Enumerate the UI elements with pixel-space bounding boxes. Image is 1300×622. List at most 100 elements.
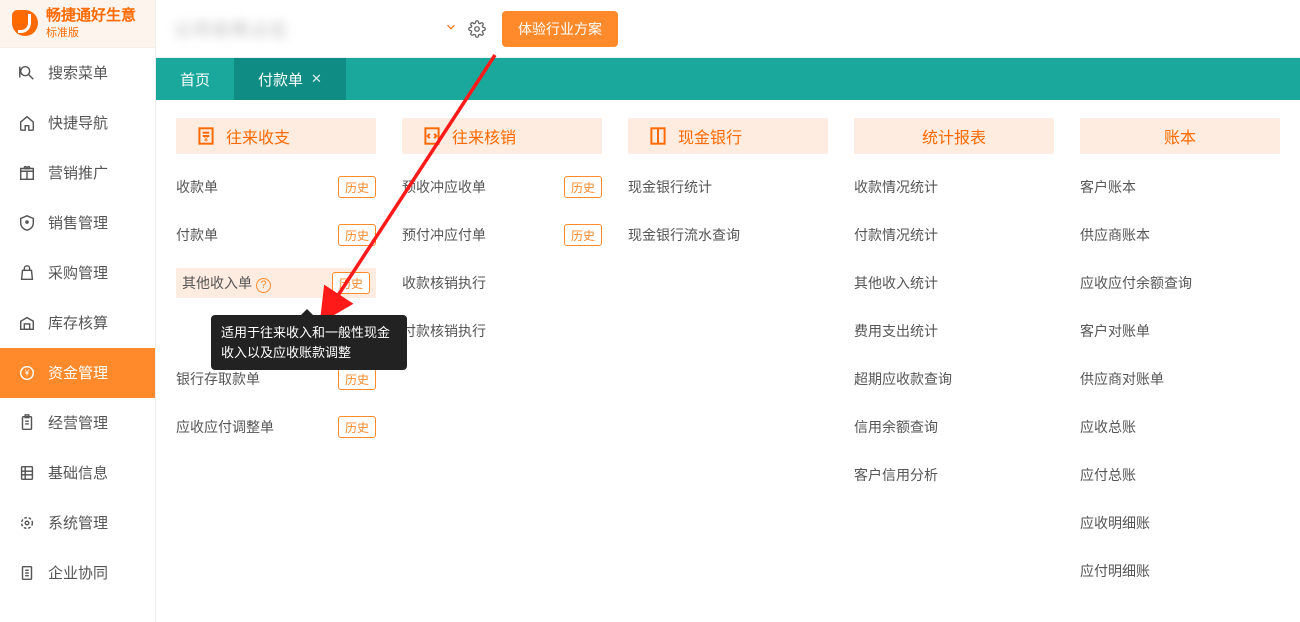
brand-subtitle: 标准版 — [46, 27, 136, 39]
svg-text:¥: ¥ — [204, 135, 209, 144]
menu-item[interactable]: 超期应收款查询 — [854, 364, 1054, 394]
menu-item-label: 应收总账 — [1080, 417, 1136, 437]
sidebar-item-gear[interactable]: 系统管理 — [0, 498, 155, 548]
menu-item[interactable]: 付款情况统计 — [854, 220, 1054, 250]
history-tag[interactable]: 历史 — [338, 224, 376, 246]
sidebar-item-label: 基础信息 — [48, 462, 108, 483]
menu-item[interactable]: 费用支出统计 — [854, 316, 1054, 346]
menu-item[interactable]: 收款情况统计 — [854, 172, 1054, 202]
sidebar-item-bag[interactable]: 采购管理 — [0, 248, 155, 298]
sidebar: 畅捷通好生意 标准版 搜索菜单快捷导航营销推广销售管理采购管理库存核算 ¥资金管理… — [0, 0, 156, 622]
brand-title: 畅捷通好生意 — [46, 8, 136, 25]
warehouse-icon — [18, 314, 36, 332]
menu-item[interactable]: 供应商账本 — [1080, 220, 1280, 250]
tab-home[interactable]: 首页 — [156, 58, 234, 100]
section-header: 账本 — [1080, 118, 1280, 154]
sidebar-item-label: 采购管理 — [48, 262, 108, 283]
menu-item[interactable]: 供应商对账单 — [1080, 364, 1280, 394]
cta-button[interactable]: 体验行业方案 — [502, 11, 618, 47]
sidebar-item-shield[interactable]: 销售管理 — [0, 198, 155, 248]
tab-home-label: 首页 — [180, 69, 210, 90]
sidebar-item-label: 系统管理 — [48, 512, 108, 533]
menu-item[interactable]: 付款核销执行 — [402, 316, 602, 346]
menu-item[interactable]: 应收应付调整单 历史 — [176, 412, 376, 442]
menu-item[interactable]: 现金银行流水查询 — [628, 220, 828, 250]
menu-item[interactable]: 其他收入统计 — [854, 268, 1054, 298]
section-column: 统计报表收款情况统计付款情况统计其他收入统计费用支出统计超期应收款查询信用余额查… — [854, 118, 1054, 490]
menu-item[interactable]: 应收总账 — [1080, 412, 1280, 442]
menu-item-label: 其他收入统计 — [854, 273, 938, 293]
sidebar-item-money[interactable]: ¥资金管理 — [0, 348, 155, 398]
menu-item[interactable]: 预付冲应付单 历史 — [402, 220, 602, 250]
menu-item-label: 信用余额查询 — [854, 417, 938, 437]
main-area: 公司名称占位 体验行业方案 首页 付款单 ✕ ¥往来收支收款单历史付款单历史其他… — [156, 0, 1300, 622]
section-items: 收款情况统计付款情况统计其他收入统计费用支出统计超期应收款查询信用余额查询客户信… — [854, 172, 1054, 490]
sidebar-item-label: 库存核算 — [48, 312, 108, 333]
history-tag[interactable]: 历史 — [338, 368, 376, 390]
help-icon[interactable]: ? — [256, 278, 271, 293]
section-header: 现金银行 — [628, 118, 828, 154]
menu-item[interactable]: 应收明细账 — [1080, 508, 1280, 538]
menu-item[interactable]: 客户账本 — [1080, 172, 1280, 202]
sidebar-item-clipboard[interactable]: 经营管理 — [0, 398, 155, 448]
doc-icon — [18, 564, 36, 582]
tab-bar: 首页 付款单 ✕ — [156, 58, 1300, 100]
menu-item[interactable]: 应收应付余额查询 — [1080, 268, 1280, 298]
sidebar-item-warehouse[interactable]: 库存核算 — [0, 298, 155, 348]
menu-item[interactable]: 收款单历史 — [176, 172, 376, 202]
menu-item-label: 应收应付调整单 — [176, 417, 274, 437]
history-tag[interactable]: 历史 — [338, 416, 376, 438]
menu-item[interactable]: 客户对账单 — [1080, 316, 1280, 346]
menu-item[interactable]: 收款核销执行 — [402, 268, 602, 298]
sidebar-item-label: 搜索菜单 — [48, 62, 108, 83]
menu-item-label: 预收冲应收单 — [402, 177, 486, 197]
menu-item-label: 超期应收款查询 — [854, 369, 952, 389]
menu-item-label: 客户账本 — [1080, 177, 1136, 197]
sidebar-item-search[interactable]: 搜索菜单 — [0, 48, 155, 98]
menu-item[interactable]: 预收冲应收单 历史 — [402, 172, 602, 202]
section-column: 往来核销预收冲应收单历史预付冲应付单历史收款核销执行付款核销执行 — [402, 118, 602, 346]
sidebar-item-gift[interactable]: 营销推广 — [0, 148, 155, 198]
history-tag[interactable]: 历史 — [564, 224, 602, 246]
section-title: 现金银行 — [678, 124, 742, 148]
menu-item[interactable]: 付款单 历史 — [176, 220, 376, 250]
section-items: 收款单历史付款单历史其他收入单?历史费用支出单历史银行存取款单历史应收应付调整单… — [176, 172, 376, 442]
menu-item-label: 预付冲应付单 — [402, 225, 486, 245]
menu-item-label: 现金银行统计 — [628, 177, 712, 197]
tab-active[interactable]: 付款单 ✕ — [234, 58, 346, 100]
shield-icon — [18, 214, 36, 232]
section-title: 往来收支 — [226, 124, 290, 148]
sidebar-item-label: 经营管理 — [48, 412, 108, 433]
brand-header: 畅捷通好生意 标准版 — [0, 0, 155, 48]
section-header: 统计报表 — [854, 118, 1054, 154]
menu-item[interactable]: 应付明细账 — [1080, 556, 1280, 586]
search-icon — [18, 64, 36, 82]
sidebar-item-db[interactable]: 基础信息 — [0, 448, 155, 498]
sidebar-item-doc[interactable]: 企业协同 — [0, 548, 155, 598]
sidebar-item-label: 营销推广 — [48, 162, 108, 183]
section-column: 账本客户账本供应商账本应收应付余额查询客户对账单供应商对账单应收总账应付总账应收… — [1080, 118, 1280, 586]
sidebar-item-label: 销售管理 — [48, 212, 108, 233]
menu-item-label: 应付总账 — [1080, 465, 1136, 485]
menu-item-label: 付款单 — [176, 225, 218, 245]
gear-icon[interactable] — [468, 20, 486, 38]
menu-item[interactable]: 应付总账 — [1080, 460, 1280, 490]
section-items: 客户账本供应商账本应收应付余额查询客户对账单供应商对账单应收总账应付总账应收明细… — [1080, 172, 1280, 586]
sidebar-item-home[interactable]: 快捷导航 — [0, 98, 155, 148]
menu-item[interactable]: 现金银行统计 — [628, 172, 828, 202]
history-tag[interactable]: 历史 — [564, 176, 602, 198]
menu-item[interactable]: 其他收入单? 历史 — [176, 268, 376, 298]
history-tag[interactable]: 历史 — [338, 176, 376, 198]
clipboard-icon — [18, 414, 36, 432]
menu-item-label: 其他收入单? — [182, 273, 271, 293]
menu-item-label: 付款情况统计 — [854, 225, 938, 245]
chevron-down-icon[interactable] — [444, 20, 458, 37]
bag-icon — [18, 264, 36, 282]
topbar: 公司名称占位 体验行业方案 — [156, 0, 1300, 58]
close-icon[interactable]: ✕ — [311, 71, 322, 87]
history-tag[interactable]: 历史 — [332, 272, 370, 294]
menu-item[interactable]: 信用余额查询 — [854, 412, 1054, 442]
book-icon — [646, 124, 670, 148]
menu-item[interactable]: 客户信用分析 — [854, 460, 1054, 490]
company-selector[interactable]: 公司名称占位 — [174, 16, 434, 42]
